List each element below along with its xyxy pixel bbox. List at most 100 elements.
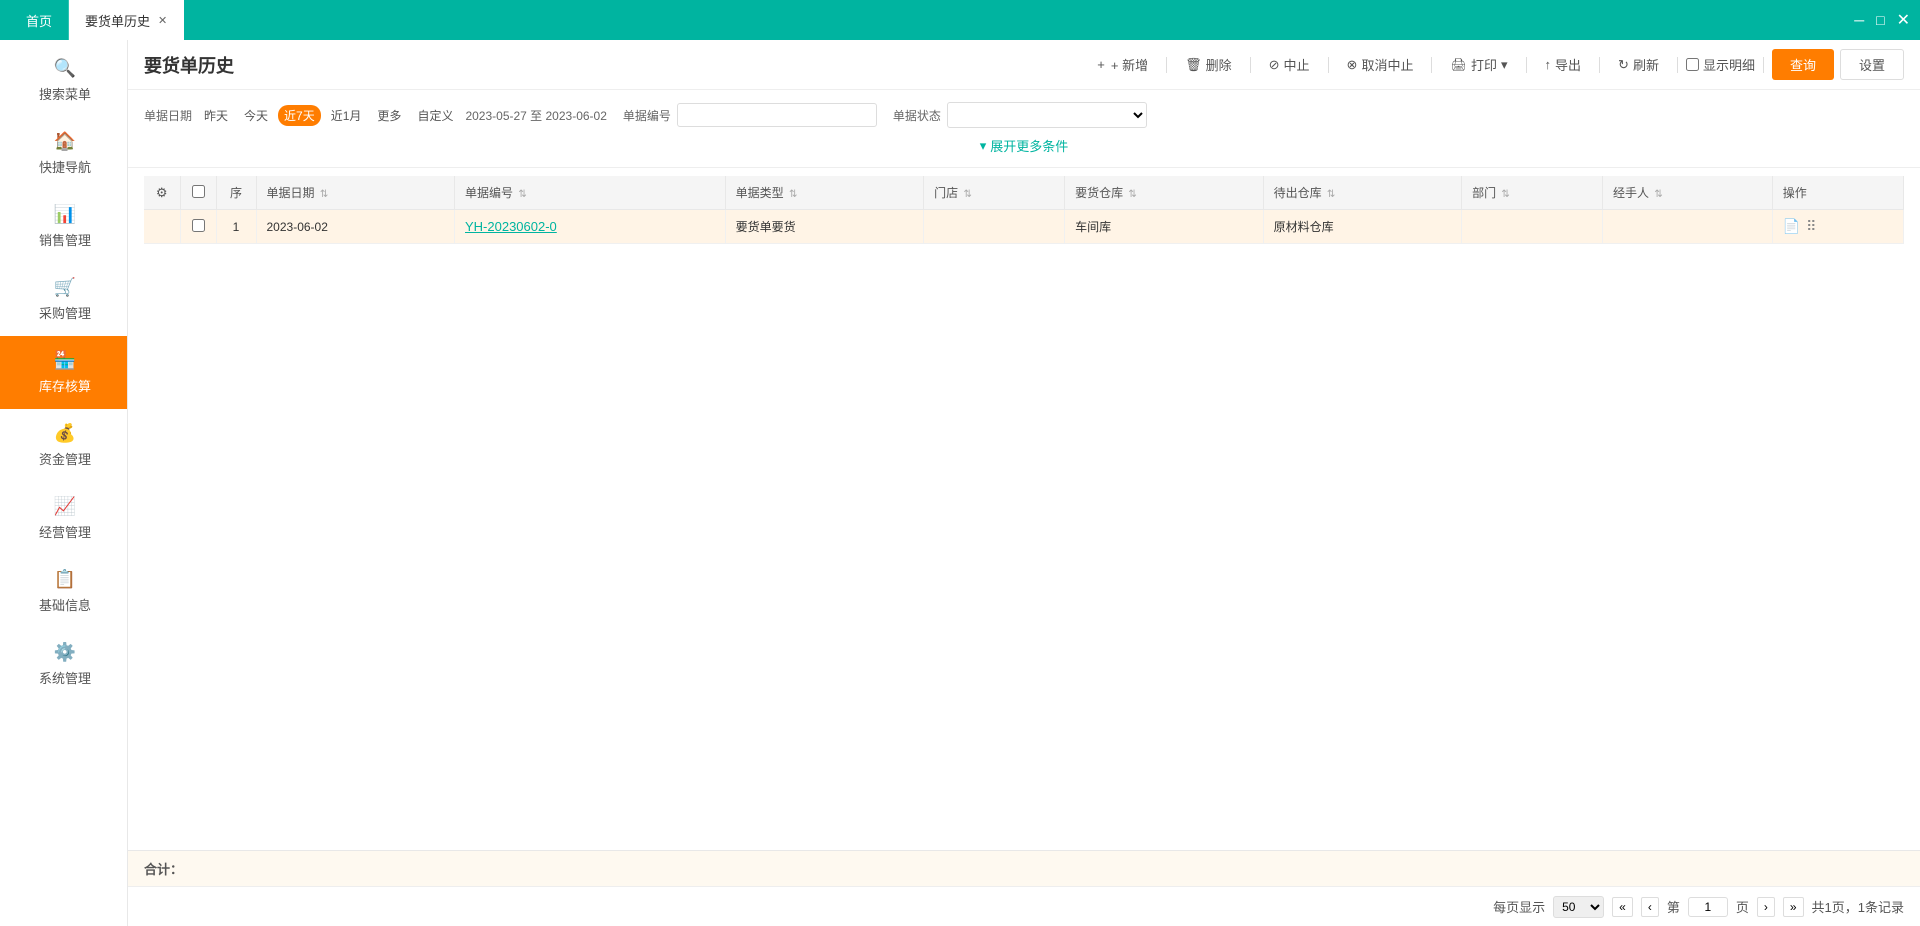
window-controls: ─ □ ✕ — [1854, 10, 1910, 30]
per-page-select[interactable]: 50 100 — [1553, 896, 1604, 918]
content-area: 要货单历史 + + 新增 🗑 删除 ⊘ 中止 ⊗ — [128, 40, 1920, 926]
doc-status-filter-group: 单据状态 — [893, 102, 1147, 128]
main-layout: 🔍 搜索菜单 🏠 快捷导航 📊 销售管理 🛒 采购管理 🏪 库存核算 💰 资金管… — [0, 40, 1920, 926]
per-page-label: 每页显示 — [1493, 897, 1545, 916]
row-out-warehouse: 原材料仓库 — [1263, 210, 1462, 244]
date-option-more[interactable]: 更多 — [371, 105, 407, 126]
refresh-icon: ↻ — [1618, 57, 1629, 73]
col-dept-header[interactable]: 部门 ⇅ — [1462, 176, 1603, 210]
col-num-header: 序 — [216, 176, 256, 210]
chevron-down-icon: ▾ — [980, 138, 987, 154]
date-option-yesterday[interactable]: 昨天 — [198, 105, 234, 126]
divider — [1250, 57, 1251, 73]
row-settings — [144, 210, 180, 244]
query-button[interactable]: 查询 — [1772, 49, 1834, 80]
divider — [1599, 57, 1600, 73]
date-option-1month[interactable]: 近1月 — [325, 105, 368, 126]
sidebar-item-system[interactable]: ⚙️ 系统管理 — [0, 628, 127, 701]
expand-more-btn[interactable]: ▾ 展开更多条件 — [144, 136, 1904, 155]
sort-icon: ⇅ — [518, 189, 526, 200]
window-close-icon[interactable]: ✕ — [1897, 10, 1910, 30]
first-page-button[interactable]: « — [1612, 897, 1633, 917]
pagination: 每页显示 50 100 « ‹ 第 页 › » 共1页，1条记录 — [128, 886, 1920, 926]
sidebar-item-quick-nav[interactable]: 🏠 快捷导航 — [0, 117, 127, 190]
row-store — [924, 210, 1065, 244]
cancel-stop-button[interactable]: ⊗ 取消中止 — [1337, 50, 1424, 79]
col-out-warehouse-header[interactable]: 待出仓库 ⇅ — [1263, 176, 1462, 210]
row-warehouse: 车间库 — [1065, 210, 1264, 244]
sidebar-item-basic-info[interactable]: 📋 基础信息 — [0, 555, 127, 628]
divider — [1526, 57, 1527, 73]
stop-icon: ⊘ — [1269, 57, 1280, 73]
sidebar-item-label: 经营管理 — [39, 522, 91, 541]
col-warehouse-header[interactable]: 要货仓库 ⇅ — [1065, 176, 1264, 210]
next-page-button[interactable]: › — [1757, 897, 1775, 917]
refresh-button[interactable]: ↻ 刷新 — [1608, 50, 1669, 79]
top-bar: 首页 要货单历史 ✕ ─ □ ✕ — [0, 0, 1920, 40]
date-option-custom[interactable]: 自定义 — [411, 105, 459, 126]
page-input[interactable] — [1688, 897, 1728, 917]
col-store-header[interactable]: 门店 ⇅ — [924, 176, 1065, 210]
row-doc-num: YH-20230602-0 — [455, 210, 726, 244]
doc-number-label: 单据编号 — [623, 107, 671, 124]
cancel-stop-icon: ⊗ — [1347, 57, 1358, 73]
sidebar-item-label: 库存核算 — [39, 376, 91, 395]
new-button[interactable]: + + 新增 — [1087, 50, 1158, 79]
tab-purchase-history[interactable]: 要货单历史 ✕ — [69, 0, 184, 40]
divider — [1328, 57, 1329, 73]
sidebar-item-finance[interactable]: 💰 资金管理 — [0, 409, 127, 482]
row-checkbox[interactable] — [192, 219, 205, 232]
doc-number-input[interactable] — [677, 103, 877, 127]
delete-button[interactable]: 🗑 删除 — [1175, 50, 1242, 79]
divider — [1763, 57, 1764, 73]
date-option-7days[interactable]: 近7天 — [278, 105, 321, 126]
filter-row-1: 单据日期 昨天 今天 近7天 近1月 更多 自定义 2023-05-27 至 2… — [144, 102, 1904, 128]
doc-status-select[interactable] — [947, 102, 1147, 128]
doc-number-link[interactable]: YH-20230602-0 — [465, 219, 557, 234]
col-doc-type-header[interactable]: 单据类型 ⇅ — [725, 176, 924, 210]
col-handler-header[interactable]: 经手人 ⇅ — [1602, 176, 1772, 210]
sort-icon: ⇅ — [1128, 189, 1136, 200]
col-action-header: 操作 — [1772, 176, 1903, 210]
maximize-icon[interactable]: □ — [1876, 12, 1884, 28]
close-tab-icon[interactable]: ✕ — [158, 14, 167, 27]
export-button[interactable]: ↑ 导出 — [1535, 50, 1592, 79]
date-filter-label: 单据日期 — [144, 107, 192, 124]
select-all-checkbox[interactable] — [192, 185, 205, 198]
sidebar-item-label: 资金管理 — [39, 449, 91, 468]
minimize-icon[interactable]: ─ — [1854, 12, 1864, 28]
sort-icon: ⇅ — [320, 189, 328, 200]
search-menu-icon: 🔍 — [54, 58, 76, 79]
settings-button[interactable]: 设置 — [1840, 49, 1904, 80]
sidebar-item-sales[interactable]: 📊 销售管理 — [0, 190, 127, 263]
tab-home[interactable]: 首页 — [10, 0, 69, 40]
new-icon: + — [1097, 57, 1105, 72]
sidebar-item-purchase[interactable]: 🛒 采购管理 — [0, 263, 127, 336]
prev-page-button[interactable]: ‹ — [1641, 897, 1659, 917]
table-area: ⚙ 序 单据日期 ⇅ 单据编号 ⇅ 单据类型 ⇅ 门店 ⇅ 要货仓库 ⇅ 待出仓… — [128, 168, 1920, 850]
sort-icon: ⇅ — [1654, 189, 1662, 200]
system-icon: ⚙️ — [54, 642, 76, 663]
display-detail-checkbox[interactable] — [1686, 58, 1699, 71]
sidebar-item-label: 系统管理 — [39, 668, 91, 687]
table-row: 1 2023-06-02 YH-20230602-0 要货单要货 车间库 原材料… — [144, 210, 1904, 244]
edit-icon[interactable]: 📄 — [1783, 218, 1800, 235]
divider — [1431, 57, 1432, 73]
date-option-today[interactable]: 今天 — [238, 105, 274, 126]
date-filter-group: 单据日期 昨天 今天 近7天 近1月 更多 自定义 2023-05-27 至 2… — [144, 105, 607, 126]
tab-list: 首页 要货单历史 ✕ — [10, 0, 1854, 40]
stop-button[interactable]: ⊘ 中止 — [1259, 50, 1320, 79]
sort-icon: ⇅ — [789, 189, 797, 200]
last-page-button[interactable]: » — [1783, 897, 1804, 917]
sidebar-item-operation[interactable]: 📈 经营管理 — [0, 482, 127, 555]
settings-gear-icon[interactable]: ⚙ — [156, 185, 168, 200]
print-button[interactable]: 🖨 打印 ▾ — [1440, 50, 1517, 79]
sidebar-item-search-menu[interactable]: 🔍 搜索菜单 — [0, 44, 127, 117]
col-doc-num-header[interactable]: 单据编号 ⇅ — [455, 176, 726, 210]
col-date-header[interactable]: 单据日期 ⇅ — [256, 176, 455, 210]
sidebar-item-inventory[interactable]: 🏪 库存核算 — [0, 336, 127, 409]
more-icon[interactable]: ⠿ — [1806, 218, 1816, 235]
display-detail-toggle[interactable]: 显示明细 — [1686, 55, 1755, 74]
basic-info-icon: 📋 — [54, 569, 76, 590]
finance-icon: 💰 — [54, 423, 76, 444]
